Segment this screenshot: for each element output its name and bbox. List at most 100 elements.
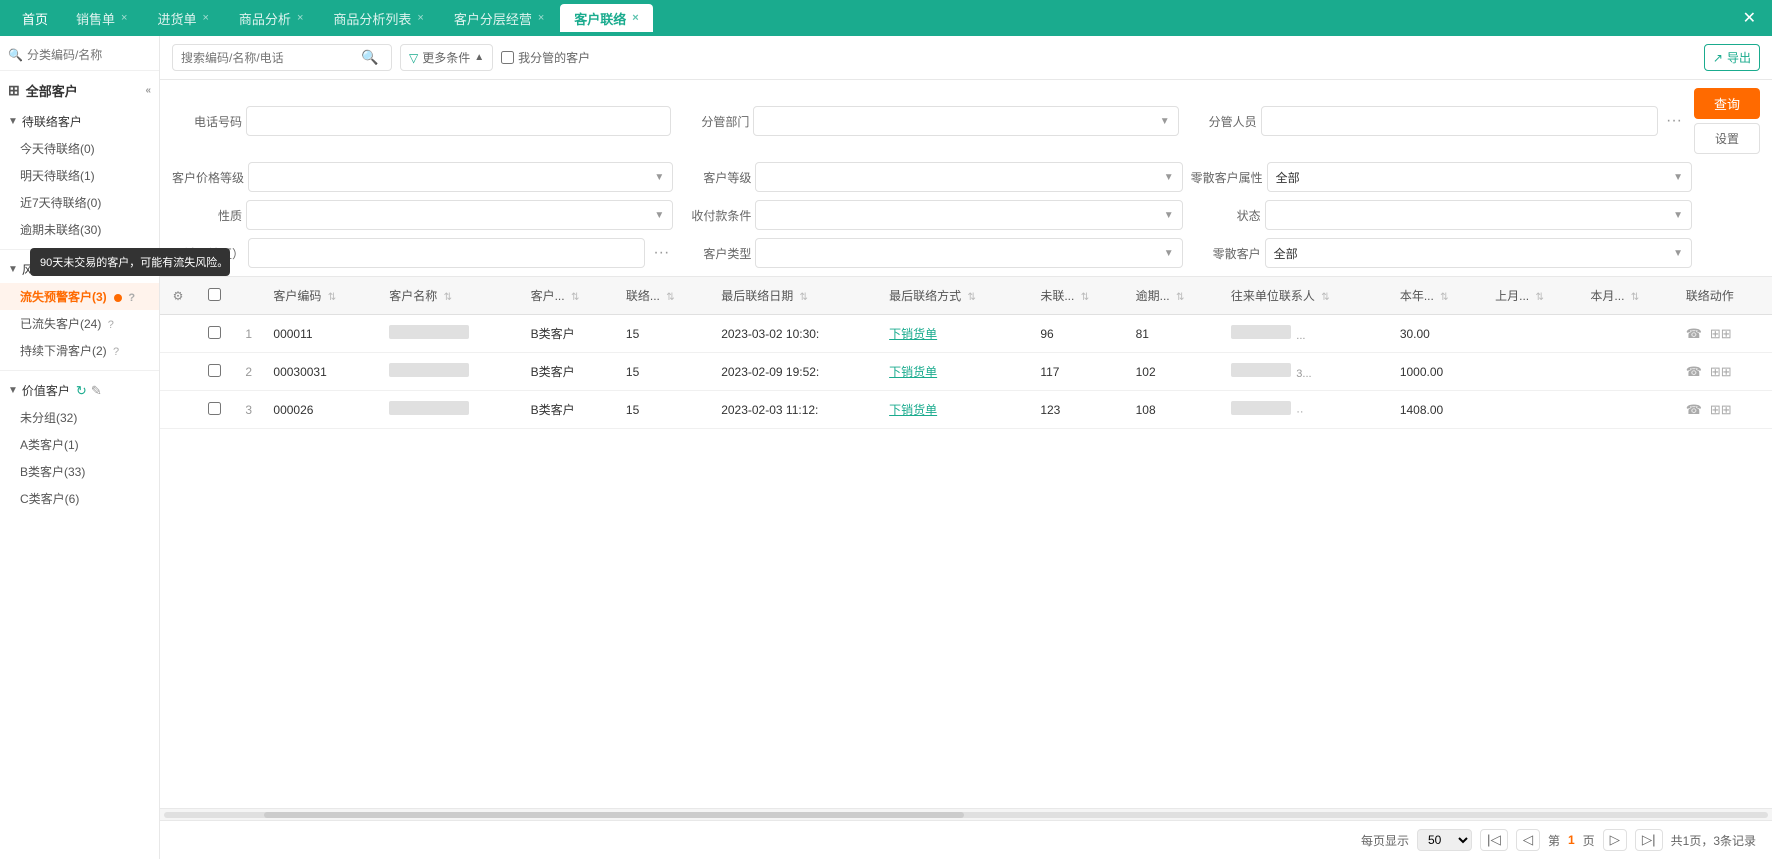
- filter-select-price-tier[interactable]: ▼: [248, 162, 673, 192]
- filter-label-customer-type: 客户类型: [681, 245, 751, 262]
- close-sales-tab[interactable]: ×: [121, 12, 127, 24]
- row2-num: 2: [232, 353, 265, 391]
- horizontal-scrollbar[interactable]: [160, 808, 1772, 820]
- tab-bar: 首页 销售单 × 进货单 × 商品分析 × 商品分析列表 × 客户分层经营 × …: [0, 0, 1772, 36]
- first-page-btn[interactable]: |◁: [1480, 829, 1508, 851]
- filter-select-nature[interactable]: ▼: [246, 200, 673, 230]
- sidebar-search-input[interactable]: [27, 48, 160, 62]
- sidebar-collapse-btn[interactable]: «: [145, 85, 151, 96]
- row1-action-more-icon[interactable]: ⊞⊞: [1710, 326, 1732, 342]
- manager-dots[interactable]: ···: [1662, 112, 1686, 130]
- col-header-contact[interactable]: 联络... ⇅: [618, 277, 713, 315]
- tab-customer-link[interactable]: 客户联络 ×: [560, 4, 652, 32]
- select-all-checkbox[interactable]: [208, 288, 221, 301]
- row2-method[interactable]: 下销货单: [881, 353, 1032, 391]
- sidebar-item-overdue-contact[interactable]: 逾期未联络(30): [0, 216, 159, 243]
- row2-action-phone-icon[interactable]: ☎: [1686, 364, 1702, 380]
- tab-customer-tier[interactable]: 客户分层经营 ×: [440, 4, 558, 32]
- tab-goods-analysis[interactable]: 商品分析 ×: [225, 4, 317, 32]
- col-header-customer-type[interactable]: 客户... ⇅: [523, 277, 618, 315]
- filter-select-payment[interactable]: ▼: [755, 200, 1182, 230]
- sidebar-item-today-contact[interactable]: 今天待联络(0): [0, 135, 159, 162]
- sidebar-item-ungroup[interactable]: 未分组(32): [0, 404, 159, 431]
- col-header-overdue[interactable]: 逾期... ⇅: [1128, 277, 1223, 315]
- row3-action-more-icon[interactable]: ⊞⊞: [1710, 402, 1732, 418]
- filter-field-phone: 电话号码: [172, 106, 671, 136]
- close-goods-analysis-list-tab[interactable]: ×: [417, 12, 423, 24]
- close-all-tabs[interactable]: ✕: [1735, 8, 1764, 28]
- filter-select-scattered[interactable]: 全部 ▼: [1265, 238, 1692, 268]
- sidebar-item-already-churn[interactable]: 已流失客户(24) ?: [0, 310, 159, 337]
- region-dots[interactable]: ···: [649, 244, 673, 262]
- row2-select-checkbox[interactable]: [208, 364, 221, 377]
- next-page-btn[interactable]: ▷: [1603, 829, 1627, 851]
- search-input[interactable]: [181, 51, 361, 65]
- tab-goods-analysis-list[interactable]: 商品分析列表 ×: [319, 4, 437, 32]
- row3-method[interactable]: 下销货单: [881, 391, 1032, 429]
- filter-select-dept[interactable]: ▼: [753, 106, 1178, 136]
- col-header-unit-contact[interactable]: 往来单位联系人 ⇅: [1223, 277, 1392, 315]
- sidebar-item-c-class[interactable]: C类客户(6): [0, 485, 159, 512]
- query-button[interactable]: 查询: [1694, 88, 1760, 119]
- last-page-btn[interactable]: ▷|: [1635, 829, 1663, 851]
- sidebar-item-b-class[interactable]: B类客户(33): [0, 458, 159, 485]
- row2-name-blurred: [389, 363, 469, 377]
- prev-page-btn[interactable]: ◁: [1516, 829, 1540, 851]
- filter-select-customer-tier[interactable]: ▼: [755, 162, 1182, 192]
- row2-action-more-icon[interactable]: ⊞⊞: [1710, 364, 1732, 380]
- close-customer-link-tab[interactable]: ×: [632, 12, 638, 24]
- row3-select-checkbox[interactable]: [208, 402, 221, 415]
- sidebar-section-value-title[interactable]: ▼ 价值客户 ↻ ✎: [0, 377, 159, 404]
- question-icon-3[interactable]: ?: [113, 346, 119, 358]
- my-customers-checkbox[interactable]: [501, 51, 514, 64]
- question-icon-2[interactable]: ?: [108, 319, 114, 331]
- scroll-track[interactable]: [164, 812, 1768, 818]
- close-goods-analysis-tab[interactable]: ×: [297, 12, 303, 24]
- col-header-last-contact-method[interactable]: 最后联络方式 ⇅: [881, 277, 1032, 315]
- col-header-this-month[interactable]: 本月... ⇅: [1582, 277, 1677, 315]
- scroll-thumb[interactable]: [264, 812, 964, 818]
- filter-more-btn[interactable]: ▽ 更多条件 ▲: [400, 44, 493, 71]
- close-purchase-tab[interactable]: ×: [202, 12, 208, 24]
- row1-action-phone-icon[interactable]: ☎: [1686, 326, 1702, 342]
- row1-this-month: [1582, 315, 1677, 353]
- table-settings-icon[interactable]: ⚙: [173, 289, 184, 303]
- col-header-this-year[interactable]: 本年... ⇅: [1392, 277, 1487, 315]
- question-icon[interactable]: ?: [128, 292, 135, 304]
- sidebar-item-declining[interactable]: 持续下滑客户(2) ?: [0, 337, 159, 364]
- sidebar-all-customers[interactable]: ⊞ 全部客户 «: [0, 75, 159, 106]
- per-page-select[interactable]: 50 20 100: [1417, 829, 1472, 851]
- settings-button[interactable]: 设置: [1694, 123, 1760, 154]
- filter-select-status[interactable]: ▼: [1265, 200, 1692, 230]
- filter-select-manager[interactable]: [1261, 106, 1658, 136]
- export-btn[interactable]: ↗ 导出: [1704, 44, 1760, 71]
- sidebar-item-tomorrow-contact[interactable]: 明天待联络(1): [0, 162, 159, 189]
- tab-purchase[interactable]: 进货单 ×: [143, 4, 222, 32]
- filter-select-region[interactable]: [248, 238, 645, 268]
- sidebar-item-week-contact[interactable]: 近7天待联络(0): [0, 189, 159, 216]
- col-header-customer-name[interactable]: 客户名称 ⇅: [381, 277, 522, 315]
- sidebar-item-a-class[interactable]: A类客户(1): [0, 431, 159, 458]
- edit-value-icon[interactable]: ✎: [91, 383, 102, 399]
- tab-home[interactable]: 首页: [8, 4, 62, 32]
- filter-select-scattered-attr[interactable]: 全部 ▼: [1267, 162, 1692, 192]
- col-header-last-contact-date[interactable]: 最后联络日期 ⇅: [713, 277, 881, 315]
- row1-select-checkbox[interactable]: [208, 326, 221, 339]
- sidebar-section-pending-title[interactable]: ▼ 待联络客户: [0, 108, 159, 135]
- row3-action-phone-icon[interactable]: ☎: [1686, 402, 1702, 418]
- row1-method[interactable]: 下销货单: [881, 315, 1032, 353]
- col-header-customer-code[interactable]: 客户编码 ⇅: [265, 277, 381, 315]
- col-header-uncontacted[interactable]: 未联... ⇅: [1032, 277, 1127, 315]
- filter-panel: 电话号码 分管部门 ▼ 分管人员 ···: [160, 80, 1772, 277]
- refresh-value-icon[interactable]: ↻: [76, 383, 87, 399]
- close-customer-tier-tab[interactable]: ×: [538, 12, 544, 24]
- col-header-settings[interactable]: ⚙: [160, 277, 196, 315]
- search-execute-icon[interactable]: 🔍: [361, 49, 378, 66]
- tab-sales[interactable]: 销售单 ×: [62, 4, 141, 32]
- filter-input-phone[interactable]: [246, 106, 671, 136]
- col-header-last-month[interactable]: 上月... ⇅: [1487, 277, 1582, 315]
- filter-select-customer-type[interactable]: ▼: [755, 238, 1182, 268]
- row3-unit-contact: ··: [1223, 391, 1392, 429]
- my-customers-check[interactable]: 我分管的客户: [501, 49, 590, 66]
- sidebar-item-churn-warning[interactable]: 流失预警客户(3) ?: [0, 283, 159, 310]
